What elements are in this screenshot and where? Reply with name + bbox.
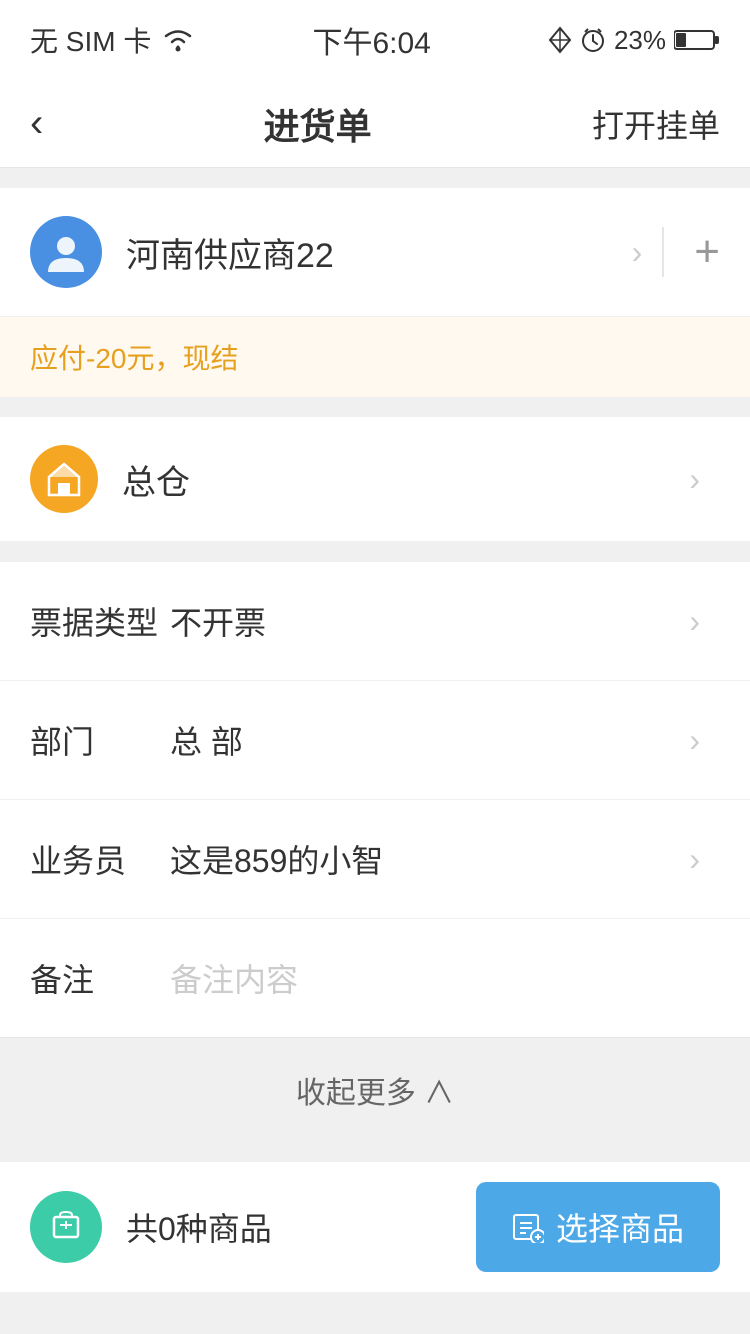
department-value: 总 部 bbox=[160, 717, 689, 763]
back-button[interactable]: ‹ bbox=[30, 101, 43, 146]
invoice-chevron-icon: › bbox=[689, 603, 700, 640]
wifi-icon bbox=[161, 27, 195, 53]
status-time: 下午6:04 bbox=[312, 18, 430, 62]
open-pending-button[interactable]: 打开挂单 bbox=[592, 101, 720, 147]
invoice-type-row[interactable]: 票据类型 不开票 › bbox=[0, 561, 750, 680]
status-left: 无 SIM 卡 bbox=[30, 20, 195, 60]
warehouse-name: 总仓 bbox=[122, 455, 689, 504]
salesman-chevron-icon: › bbox=[689, 841, 700, 878]
warehouse-divider bbox=[0, 541, 750, 561]
salesman-row[interactable]: 业务员 这是859的小智 › bbox=[0, 799, 750, 918]
status-bar: 无 SIM 卡 下午6:04 23% bbox=[0, 0, 750, 80]
warehouse-icon bbox=[30, 445, 98, 513]
salesman-label: 业务员 bbox=[30, 836, 160, 882]
user-icon bbox=[44, 230, 88, 274]
page-title: 进货单 bbox=[264, 98, 372, 150]
invoice-label: 票据类型 bbox=[30, 598, 160, 644]
product-count: 共0种商品 bbox=[126, 1204, 476, 1250]
battery-icon bbox=[674, 28, 720, 52]
supplier-divider bbox=[662, 227, 664, 277]
supplier-row[interactable]: 河南供应商22 › + bbox=[0, 188, 750, 317]
remark-label: 备注 bbox=[30, 955, 160, 1001]
invoice-value: 不开票 bbox=[160, 598, 689, 644]
status-right: 23% bbox=[548, 25, 720, 56]
collapse-label: 收起更多 ∧ bbox=[296, 1068, 454, 1112]
home-icon bbox=[44, 459, 84, 499]
department-label: 部门 bbox=[30, 717, 160, 763]
remark-row[interactable]: 备注 备注内容 bbox=[0, 918, 750, 1037]
supplier-section: 河南供应商22 › + 应付-20元，现结 bbox=[0, 188, 750, 397]
select-product-button[interactable]: 选择商品 bbox=[476, 1182, 720, 1272]
select-product-icon bbox=[512, 1211, 544, 1243]
notice-text: 应付-20元，现结 bbox=[30, 343, 238, 374]
warehouse-section: 总仓 › bbox=[0, 417, 750, 541]
top-divider bbox=[0, 168, 750, 188]
product-icon bbox=[30, 1191, 102, 1263]
department-row[interactable]: 部门 总 部 › bbox=[0, 680, 750, 799]
cart-icon bbox=[46, 1207, 86, 1247]
nav-bar: ‹ 进货单 打开挂单 bbox=[0, 80, 750, 168]
battery-percent: 23% bbox=[614, 25, 666, 56]
department-chevron-icon: › bbox=[689, 722, 700, 759]
warehouse-chevron-icon: › bbox=[689, 461, 700, 498]
add-supplier-button[interactable]: + bbox=[694, 227, 720, 277]
warehouse-row[interactable]: 总仓 › bbox=[0, 417, 750, 541]
collapse-row[interactable]: 收起更多 ∧ bbox=[0, 1037, 750, 1142]
salesman-value: 这是859的小智 bbox=[160, 836, 689, 882]
select-product-label: 选择商品 bbox=[556, 1204, 684, 1250]
signal-text: 无 SIM 卡 bbox=[30, 20, 151, 60]
product-bottom-bar: 共0种商品 选择商品 bbox=[0, 1162, 750, 1292]
form-section: 票据类型 不开票 › 部门 总 部 › 业务员 这是859的小智 › 备注 备注… bbox=[0, 561, 750, 1142]
location-icon bbox=[548, 26, 572, 54]
alarm-icon bbox=[580, 27, 606, 53]
supplier-divider-line bbox=[0, 397, 750, 417]
supplier-avatar bbox=[30, 216, 102, 288]
notice-banner: 应付-20元，现结 bbox=[0, 317, 750, 397]
remark-input[interactable]: 备注内容 bbox=[160, 955, 720, 1001]
supplier-name: 河南供应商22 bbox=[126, 228, 632, 277]
supplier-chevron-icon: › bbox=[632, 234, 643, 271]
